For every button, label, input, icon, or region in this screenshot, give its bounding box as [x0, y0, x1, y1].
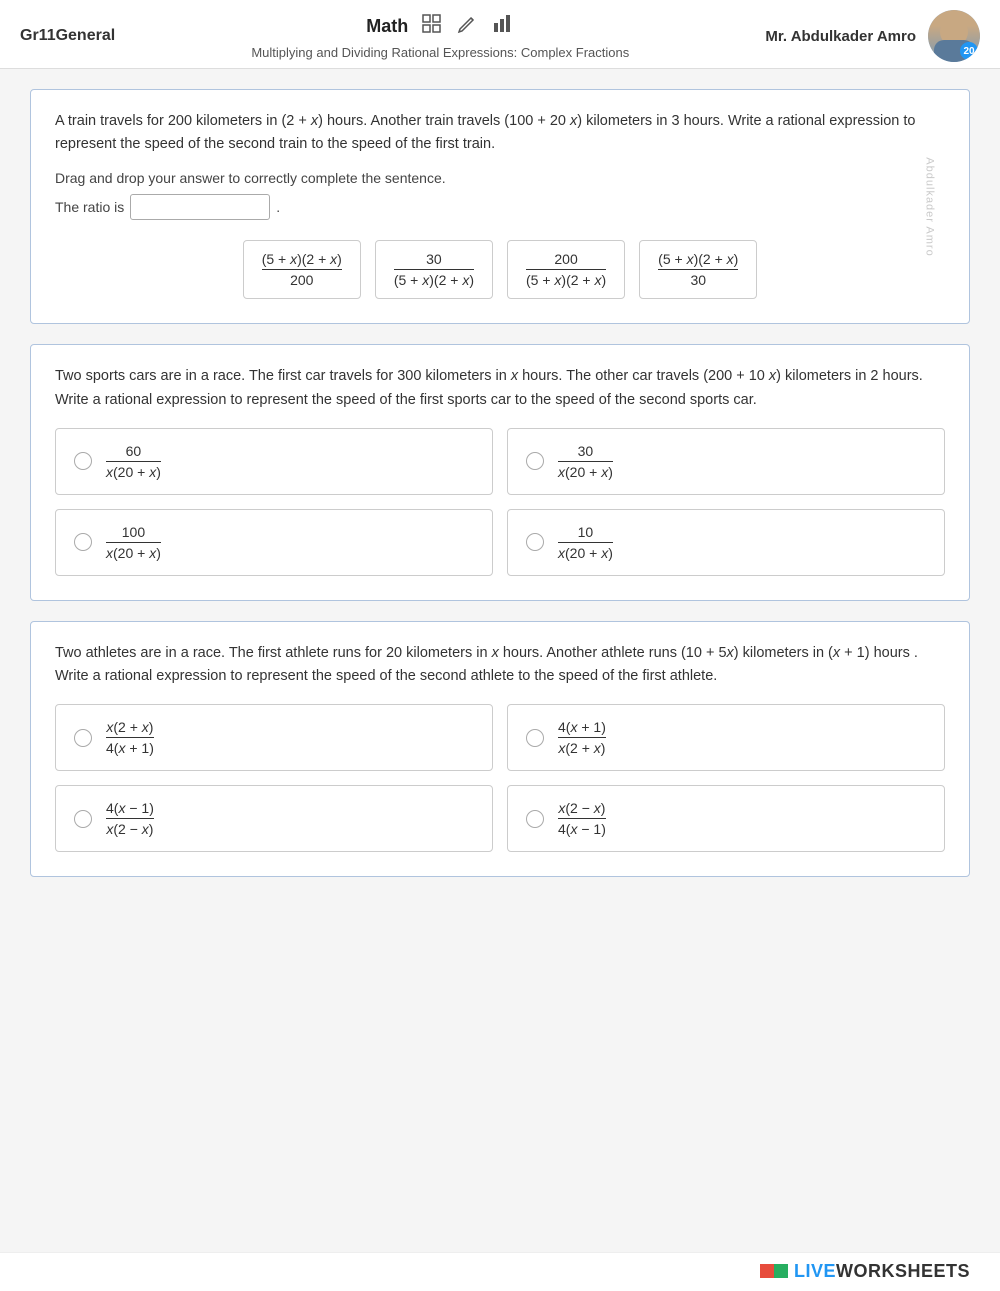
q3-option-4[interactable]: x(2 − x) 4(x − 1)	[507, 785, 945, 852]
brand-green-square	[774, 1264, 788, 1278]
q3-frac2-den: x(2 + x)	[558, 740, 605, 756]
question-2-card: Two sports cars are in a race. The first…	[30, 344, 970, 600]
brand: LIVEWORKSHEETS	[760, 1261, 970, 1282]
q3-frac3-num: 4(x − 1)	[106, 800, 154, 819]
q3-fraction-3: 4(x − 1) x(2 − x)	[106, 800, 154, 837]
q3-fraction-1: x(2 + x) 4(x + 1)	[106, 719, 154, 756]
q3-options: x(2 + x) 4(x + 1) 4(x + 1) x(2 + x) 4(x …	[55, 704, 945, 852]
q1-frac4-den: 30	[690, 272, 706, 288]
q2-text: Two sports cars are in a race. The first…	[55, 365, 945, 411]
chart-icon[interactable]	[492, 13, 514, 41]
q1-option-1[interactable]: (5 + x)(2 + x) 200	[243, 240, 361, 299]
q3-option-1[interactable]: x(2 + x) 4(x + 1)	[55, 704, 493, 771]
q2-radio-1[interactable]	[74, 452, 92, 470]
q1-text: A train travels for 200 kilometers in (2…	[55, 110, 945, 156]
page-footer: LIVEWORKSHEETS	[0, 1252, 1000, 1291]
q2-option-2[interactable]: 30 x(20 + x)	[507, 428, 945, 495]
q2-radio-3[interactable]	[74, 533, 92, 551]
q2-frac3-num: 100	[106, 524, 161, 543]
q2-frac2-num: 30	[558, 443, 613, 462]
subtitle: Multiplying and Dividing Rational Expres…	[251, 45, 629, 60]
edit-icon[interactable]	[456, 13, 478, 41]
main-content: A train travels for 200 kilometers in (2…	[0, 69, 1000, 897]
grid-icon[interactable]	[422, 14, 442, 40]
q3-frac4-num: x(2 − x)	[558, 800, 606, 819]
brand-text: LIVEWORKSHEETS	[794, 1261, 970, 1282]
q3-radio-2[interactable]	[526, 729, 544, 747]
q2-frac1-num: 60	[106, 443, 161, 462]
subject-title: Math	[366, 16, 408, 37]
q1-fraction-1: (5 + x)(2 + x) 200	[262, 251, 342, 288]
q2-option-3[interactable]: 100 x(20 + x)	[55, 509, 493, 576]
teacher-name: Mr. Abdulkader Amro	[765, 28, 916, 45]
q1-instruction: Drag and drop your answer to correctly c…	[55, 170, 945, 186]
page-header: Gr11General Math	[0, 0, 1000, 69]
q1-frac2-den: (5 + x)(2 + x)	[394, 272, 474, 288]
q3-radio-4[interactable]	[526, 810, 544, 828]
q2-fraction-4: 10 x(20 + x)	[558, 524, 613, 561]
q2-frac4-num: 10	[558, 524, 613, 543]
avatar: 20	[928, 10, 980, 62]
q2-radio-2[interactable]	[526, 452, 544, 470]
q2-fraction-2: 30 x(20 + x)	[558, 443, 613, 480]
q2-option-4[interactable]: 10 x(20 + x)	[507, 509, 945, 576]
q2-fraction-1: 60 x(20 + x)	[106, 443, 161, 480]
brand-text-highlight: LIVE	[794, 1261, 836, 1281]
q3-option-2[interactable]: 4(x + 1) x(2 + x)	[507, 704, 945, 771]
q2-radio-4[interactable]	[526, 533, 544, 551]
q3-fraction-4: x(2 − x) 4(x − 1)	[558, 800, 606, 837]
q1-frac2-num: 30	[394, 251, 474, 270]
brand-red-square	[760, 1264, 774, 1278]
q3-frac1-num: x(2 + x)	[106, 719, 154, 738]
q1-option-2[interactable]: 30 (5 + x)(2 + x)	[375, 240, 493, 299]
q1-fraction-3: 200 (5 + x)(2 + x)	[526, 251, 606, 288]
q2-options: 60 x(20 + x) 30 x(20 + x) 100 x(20 + x)	[55, 428, 945, 576]
q3-text: Two athletes are in a race. The first at…	[55, 642, 945, 688]
q1-option-3[interactable]: 200 (5 + x)(2 + x)	[507, 240, 625, 299]
q1-fill-label: The ratio is	[55, 199, 124, 215]
q1-fill-blank-row: The ratio is .	[55, 194, 945, 220]
q2-frac1-den: x(20 + x)	[106, 464, 161, 480]
q1-frac1-num: (5 + x)(2 + x)	[262, 251, 342, 270]
header-center: Math	[251, 13, 629, 60]
q3-fraction-2: 4(x + 1) x(2 + x)	[558, 719, 606, 756]
q2-frac3-den: x(20 + x)	[106, 545, 161, 561]
q1-fraction-2: 30 (5 + x)(2 + x)	[394, 251, 474, 288]
q1-blank-box[interactable]	[130, 194, 270, 220]
q2-frac2-den: x(20 + x)	[558, 464, 613, 480]
q3-option-3[interactable]: 4(x − 1) x(2 − x)	[55, 785, 493, 852]
q3-frac3-den: x(2 − x)	[106, 821, 153, 837]
q1-fraction-4: (5 + x)(2 + x) 30	[658, 251, 738, 288]
q3-frac4-den: 4(x − 1)	[558, 821, 606, 837]
q3-radio-3[interactable]	[74, 810, 92, 828]
q1-frac3-den: (5 + x)(2 + x)	[526, 272, 606, 288]
q1-fill-suffix: .	[276, 199, 280, 215]
q1-frac3-num: 200	[526, 251, 606, 270]
question-1-card: A train travels for 200 kilometers in (2…	[30, 89, 970, 324]
q1-frac1-den: 200	[290, 272, 313, 288]
q1-option-4[interactable]: (5 + x)(2 + x) 30	[639, 240, 757, 299]
q3-frac2-num: 4(x + 1)	[558, 719, 606, 738]
q2-option-1[interactable]: 60 x(20 + x)	[55, 428, 493, 495]
class-label: Gr11General	[20, 27, 115, 45]
q1-frac4-num: (5 + x)(2 + x)	[658, 251, 738, 270]
q2-fraction-3: 100 x(20 + x)	[106, 524, 161, 561]
q3-radio-1[interactable]	[74, 729, 92, 747]
q2-frac4-den: x(20 + x)	[558, 545, 613, 561]
q1-drag-options: (5 + x)(2 + x) 200 30 (5 + x)(2 + x) 200…	[55, 240, 945, 299]
header-center-top: Math	[366, 13, 514, 41]
brand-logo	[760, 1264, 788, 1278]
q3-frac1-den: 4(x + 1)	[106, 740, 154, 756]
avatar-badge: 20	[960, 42, 978, 60]
question-3-card: Two athletes are in a race. The first at…	[30, 621, 970, 877]
header-right: Mr. Abdulkader Amro 20	[765, 10, 980, 62]
